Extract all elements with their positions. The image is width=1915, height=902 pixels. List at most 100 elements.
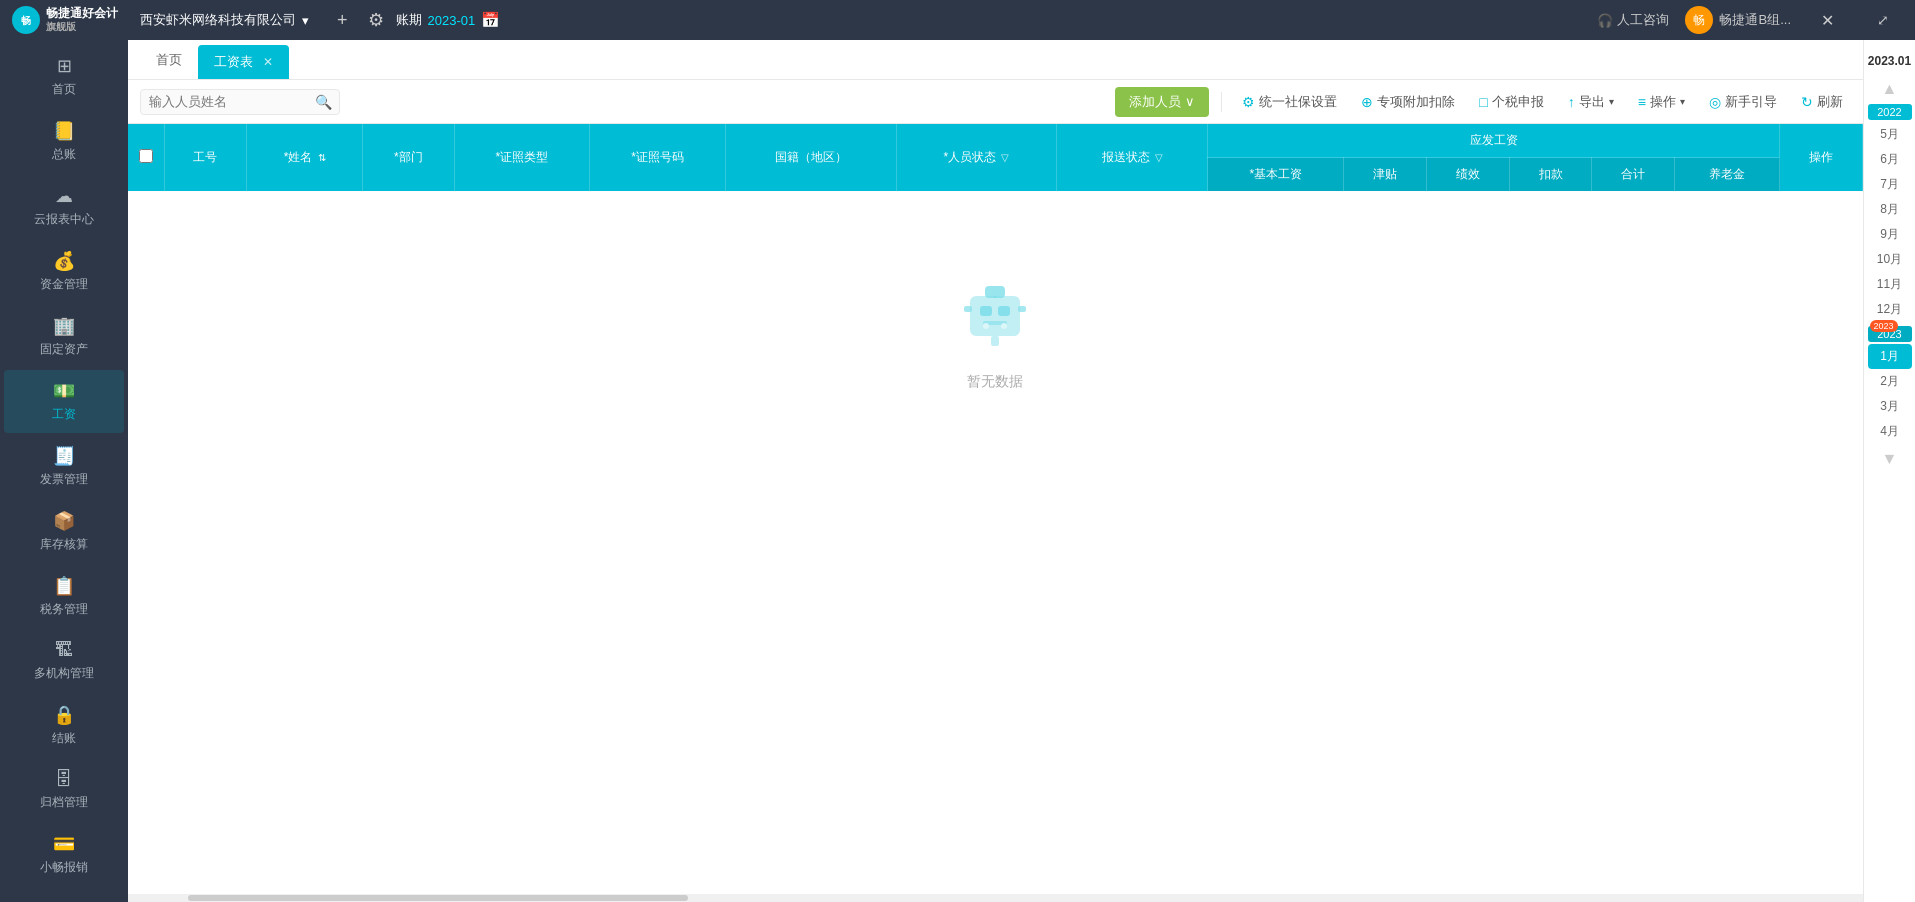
data-table: 工号 *姓名 ⇅ *部门 *证照类型 *证照号码 (128, 124, 1863, 471)
th-id-no: *证照号码 (590, 124, 726, 191)
add-person-button[interactable]: 添加人员 ∨ (1115, 87, 1209, 117)
operations-arrow: ▾ (1680, 96, 1685, 107)
search-icon: 🔍 (315, 94, 332, 110)
export-btn[interactable]: ↑ 导出 ▾ (1560, 89, 1622, 115)
sidebar-item-invoice[interactable]: 🧾 发票管理 (4, 435, 124, 498)
status-filter-icon: ▽ (1001, 152, 1009, 163)
sidebar-item-ledger[interactable]: 📒 总账 (4, 110, 124, 173)
month-2022-12[interactable]: 12月 (1868, 297, 1912, 322)
calendar-icon[interactable]: 📅 (481, 11, 500, 29)
closing-icon: 🔒 (53, 704, 75, 726)
th-pension: 养老金 (1675, 158, 1780, 192)
tab-salary-close[interactable]: ✕ (263, 55, 273, 69)
year-2022-label: 2022 (1868, 104, 1912, 120)
month-2023-4[interactable]: 4月 (1868, 419, 1912, 444)
th-name[interactable]: *姓名 ⇅ (247, 124, 363, 191)
th-total: 合计 (1592, 158, 1675, 192)
empty-icon (950, 271, 1040, 361)
maximize-window-btn[interactable]: ⤢ (1863, 0, 1903, 40)
scroll-bar[interactable] (188, 895, 688, 901)
tab-home[interactable]: 首页 (140, 43, 198, 79)
sidebar-item-expense[interactable]: 💳 小畅报销 (4, 823, 124, 886)
top-header: 畅 畅捷通好会计 旗舰版 西安虾米网络科技有限公司 ▾ + ⚙ 账期 2023-… (0, 0, 1915, 40)
app-logo-icon: 畅 (12, 6, 40, 34)
sidebar-label-multi-org: 多机构管理 (34, 665, 94, 682)
avatar: 畅 (1685, 6, 1713, 34)
sidebar-item-fixed-assets[interactable]: 🏢 固定资产 (4, 305, 124, 368)
month-2022-10[interactable]: 10月 (1868, 247, 1912, 272)
user-name: 畅捷通B组... (1719, 11, 1791, 29)
personal-tax-btn[interactable]: □ 个税申报 (1471, 89, 1551, 115)
archive-icon: 🗄 (55, 769, 73, 790)
sidebar-item-settings[interactable]: ⚙ 基础设置 (4, 888, 124, 902)
th-report-status[interactable]: 报送状态 ▽ (1056, 124, 1208, 191)
account-period-value[interactable]: 2023-01 (428, 13, 476, 28)
th-status[interactable]: *人员状态 ▽ (896, 124, 1056, 191)
export-icon: ↑ (1568, 94, 1575, 110)
month-2022-5[interactable]: 5月 (1868, 122, 1912, 147)
refresh-btn[interactable]: ↻ 刷新 (1793, 89, 1851, 115)
new-guide-icon: ◎ (1709, 94, 1721, 110)
refresh-label: 刷新 (1817, 93, 1843, 111)
export-label: 导出 (1579, 93, 1605, 111)
svg-point-12 (1001, 323, 1007, 329)
scroll-up-btn[interactable]: ▲ (1878, 76, 1902, 102)
svg-point-11 (983, 323, 989, 329)
sidebar-item-inventory[interactable]: 📦 库存核算 (4, 500, 124, 563)
fund-icon: 💰 (53, 250, 75, 272)
special-deduction-btn[interactable]: ⊕ 专项附加扣除 (1353, 89, 1463, 115)
svg-rect-10 (991, 336, 999, 346)
customer-service-label: 人工咨询 (1617, 11, 1669, 29)
tab-salary[interactable]: 工资表 ✕ (198, 45, 289, 79)
empty-text: 暂无数据 (967, 373, 1023, 391)
month-2022-6[interactable]: 6月 (1868, 147, 1912, 172)
header-actions: + ⚙ (333, 5, 388, 35)
sidebar-item-salary[interactable]: 💵 工资 (4, 370, 124, 433)
sidebar: ⊞ 首页 📒 总账 ☁ 云报表中心 💰 资金管理 🏢 固定资产 💵 工资 🧾 发… (0, 40, 128, 902)
main-layout: ⊞ 首页 📒 总账 ☁ 云报表中心 💰 资金管理 🏢 固定资产 💵 工资 🧾 发… (0, 40, 1915, 902)
customer-service-btn[interactable]: 🎧 人工咨询 (1597, 11, 1669, 29)
company-selector[interactable]: 西安虾米网络科技有限公司 ▾ (132, 7, 317, 33)
sidebar-label-fixed-assets: 固定资产 (40, 341, 88, 358)
invoice-icon: 🧾 (53, 445, 75, 467)
sidebar-item-cloud-report[interactable]: ☁ 云报表中心 (4, 175, 124, 238)
sidebar-label-closing: 结账 (52, 730, 76, 747)
month-2023-3[interactable]: 3月 (1868, 394, 1912, 419)
sidebar-item-multi-org[interactable]: 🏗 多机构管理 (4, 630, 124, 692)
user-info: 畅 畅捷通B组... (1685, 6, 1791, 34)
settings-icon[interactable]: ⚙ (364, 5, 388, 35)
sidebar-label-expense: 小畅报销 (40, 859, 88, 876)
special-deduction-icon: ⊕ (1361, 94, 1373, 110)
fixed-assets-icon: 🏢 (53, 315, 75, 337)
month-2023-1[interactable]: 1月 (1868, 344, 1912, 369)
month-2023-2[interactable]: 2月 (1868, 369, 1912, 394)
new-guide-btn[interactable]: ◎ 新手引导 (1701, 89, 1785, 115)
select-all-checkbox[interactable] (139, 149, 153, 163)
divider-1 (1221, 92, 1222, 112)
sidebar-item-archive[interactable]: 🗄 归档管理 (4, 759, 124, 821)
sidebar-item-fund[interactable]: 💰 资金管理 (4, 240, 124, 303)
content-area: 首页 工资表 ✕ 🔍 添加人员 ∨ ⚙ 统一社保设置 (128, 40, 1863, 902)
top-right: 🎧 人工咨询 畅 畅捷通B组... ✕ ⤢ (1597, 0, 1903, 40)
personal-tax-label: 个税申报 (1492, 93, 1544, 111)
th-checkbox[interactable] (128, 124, 164, 191)
month-2022-8[interactable]: 8月 (1868, 197, 1912, 222)
month-2022-7[interactable]: 7月 (1868, 172, 1912, 197)
sidebar-label-fund: 资金管理 (40, 276, 88, 293)
sidebar-item-tax[interactable]: 📋 税务管理 (4, 565, 124, 628)
add-icon[interactable]: + (333, 6, 352, 35)
sidebar-item-closing[interactable]: 🔒 结账 (4, 694, 124, 757)
operations-btn[interactable]: ≡ 操作 ▾ (1630, 89, 1693, 115)
th-performance: 绩效 (1426, 158, 1509, 192)
close-window-btn[interactable]: ✕ (1807, 0, 1847, 40)
social-settings-btn[interactable]: ⚙ 统一社保设置 (1234, 89, 1345, 115)
th-base-salary: *基本工资 (1208, 158, 1344, 192)
scroll-down-btn[interactable]: ▼ (1878, 446, 1902, 472)
search-input[interactable] (149, 94, 309, 109)
month-2022-9[interactable]: 9月 (1868, 222, 1912, 247)
sidebar-item-home[interactable]: ⊞ 首页 (4, 45, 124, 108)
sidebar-label-archive: 归档管理 (40, 794, 88, 811)
month-2022-11[interactable]: 11月 (1868, 272, 1912, 297)
new-guide-label: 新手引导 (1725, 93, 1777, 111)
headset-icon: 🎧 (1597, 13, 1613, 28)
